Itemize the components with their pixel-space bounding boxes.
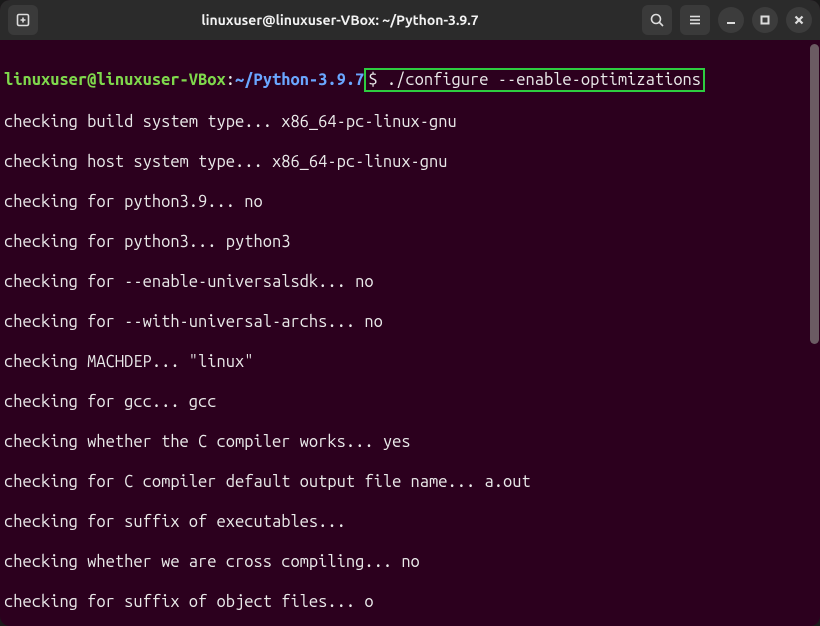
new-tab-button[interactable] (8, 5, 38, 35)
scrollbar-thumb[interactable] (810, 44, 819, 344)
output-line: checking for python3... python3 (4, 232, 816, 252)
titlebar-left (8, 5, 38, 35)
output-line: checking for C compiler default output f… (4, 472, 816, 492)
output-line: checking MACHDEP... "linux" (4, 352, 816, 372)
prompt-sep: : (226, 71, 235, 89)
close-icon (793, 14, 805, 26)
titlebar: linuxuser@linuxuser-VBox: ~/Python-3.9.7 (0, 0, 820, 40)
prompt-path: ~/Python-3.9.7 (235, 71, 364, 89)
output-line: checking for --with-universal-archs... n… (4, 312, 816, 332)
window-title: linuxuser@linuxuser-VBox: ~/Python-3.9.7 (46, 12, 634, 28)
terminal-body[interactable]: linuxuser@linuxuser-VBox:~/Python-3.9.7$… (0, 40, 820, 626)
minimize-icon (725, 14, 737, 26)
search-button[interactable] (642, 5, 672, 35)
terminal-window: linuxuser@linuxuser-VBox: ~/Python-3.9.7… (0, 0, 820, 626)
output-line: checking host system type... x86_64-pc-l… (4, 152, 816, 172)
prompt-line: linuxuser@linuxuser-VBox:~/Python-3.9.7$… (4, 68, 816, 92)
output-line: checking for gcc... gcc (4, 392, 816, 412)
output-line: checking for --enable-universalsdk... no (4, 272, 816, 292)
output-line: checking for suffix of executables... (4, 512, 816, 532)
output-line: checking build system type... x86_64-pc-… (4, 112, 816, 132)
output-line: checking whether the C compiler works...… (4, 432, 816, 452)
output-line: checking whether we are cross compiling.… (4, 552, 816, 572)
prompt-userhost: linuxuser@linuxuser-VBox (4, 71, 226, 89)
output-line: checking for suffix of object files... o (4, 592, 816, 612)
command-text: ./configure --enable-optimizations (387, 71, 701, 89)
titlebar-right (642, 5, 812, 35)
new-tab-icon (15, 12, 31, 28)
command-highlight: $ ./configure --enable-optimizations (364, 68, 705, 92)
minimize-button[interactable] (718, 7, 744, 33)
menu-button[interactable] (680, 5, 710, 35)
hamburger-icon (687, 12, 703, 28)
close-button[interactable] (786, 7, 812, 33)
maximize-icon (759, 14, 771, 26)
output-line: checking for python3.9... no (4, 192, 816, 212)
prompt-dollar: $ (368, 71, 386, 89)
maximize-button[interactable] (752, 7, 778, 33)
search-icon (649, 12, 665, 28)
